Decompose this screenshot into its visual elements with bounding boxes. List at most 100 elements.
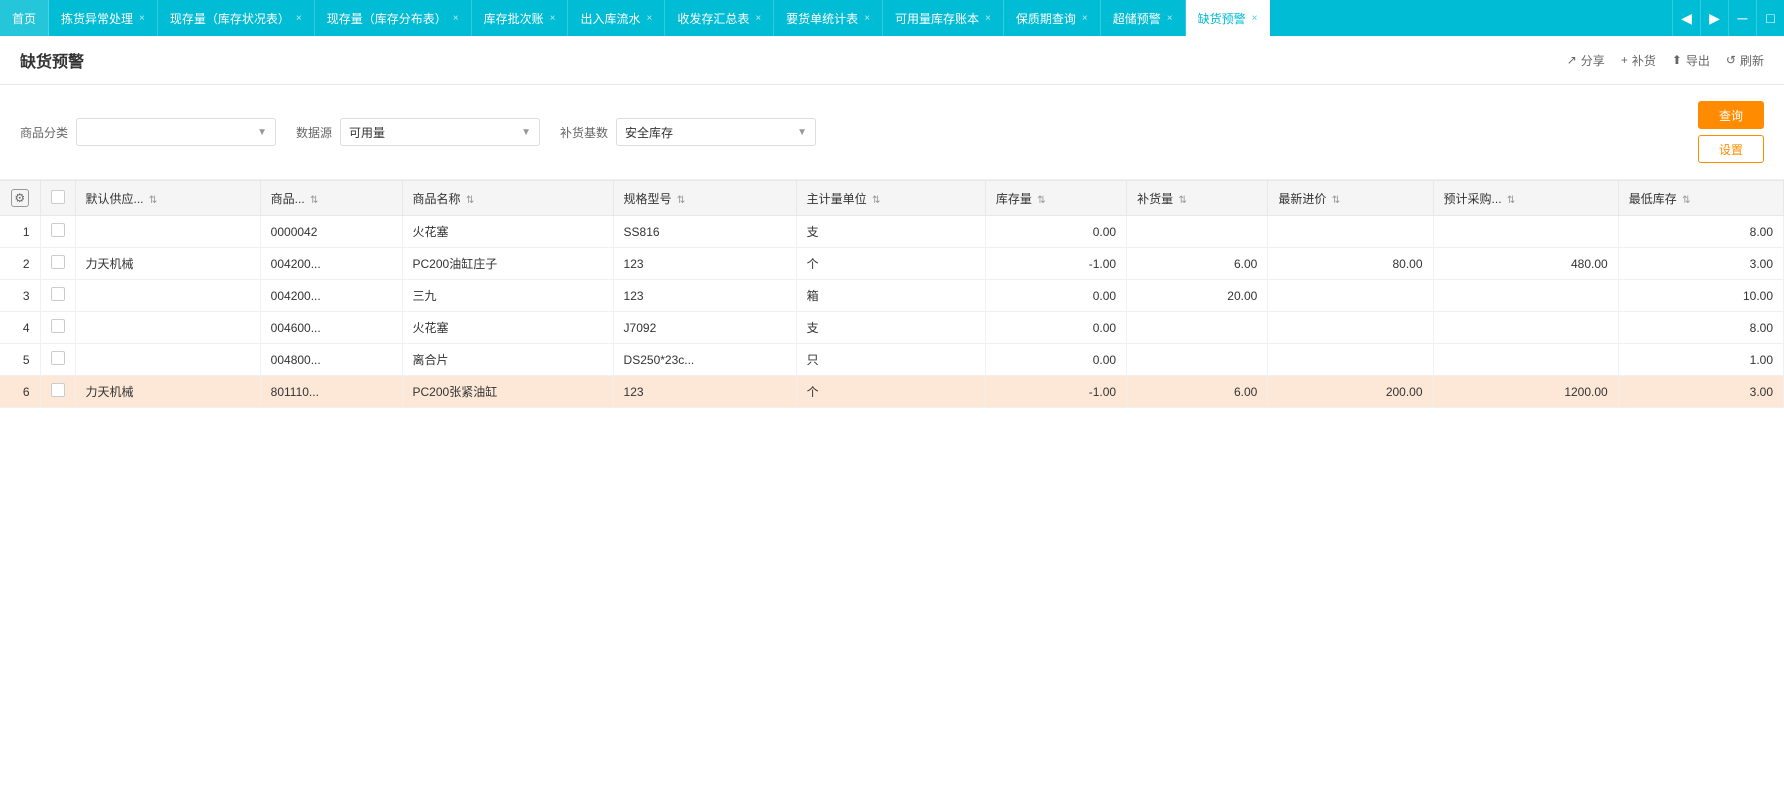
row-latest-price [1268, 312, 1433, 344]
export-button[interactable]: ⬆ 导出 [1672, 52, 1710, 69]
tab-batch-account[interactable]: 库存批次账 × [472, 0, 569, 36]
tab-shortage-warning[interactable]: 缺货预警 × [1186, 0, 1271, 36]
row-min-stock: 8.00 [1618, 216, 1783, 248]
row-product-code: 004800... [260, 344, 402, 376]
datasource-select[interactable]: 可用量 ▼ [340, 118, 540, 146]
app-container: 首页 拣货异常处理 × 现存量（库存状况表） × 现存量（库存分布表） × 库存… [0, 0, 1784, 796]
row-index: 1 [0, 216, 40, 248]
row-product-code: 801110... [260, 376, 402, 408]
table-container: ⚙ 默认供应... ⇅ 商品... ⇅ [0, 180, 1784, 408]
nav-next-button[interactable]: ▶ [1700, 0, 1728, 36]
tab-overstock-warning[interactable]: 超储预警 × [1101, 0, 1186, 36]
row-product-code: 0000042 [260, 216, 402, 248]
row-checkbox[interactable] [51, 287, 65, 301]
row-default-supplier [75, 344, 260, 376]
col-header-checkbox [40, 181, 75, 216]
table-row: 3 004200... 三九 123 箱 0.00 20.00 10.00 [0, 280, 1784, 312]
table-row: 5 004800... 离合片 DS250*23c... 只 0.00 1.00 [0, 344, 1784, 376]
tab-receive-summary[interactable]: 收发存汇总表 × [665, 0, 774, 36]
tab-current-stock-status[interactable]: 现存量（库存状况表） × [158, 0, 315, 36]
replenish-filter-group: 补货基数 安全库存 ▼ [560, 118, 816, 146]
nav-maximize-button[interactable]: □ [1756, 0, 1784, 36]
close-tab-10[interactable]: × [1167, 13, 1173, 24]
row-replenish-qty [1127, 216, 1268, 248]
row-latest-price [1268, 280, 1433, 312]
row-estimated-purchase [1433, 280, 1618, 312]
row-stock: -1.00 [985, 248, 1126, 280]
row-index: 3 [0, 280, 40, 312]
close-tab-2[interactable]: × [296, 13, 302, 24]
close-tab-6[interactable]: × [755, 13, 761, 24]
close-tab-11[interactable]: × [1252, 13, 1258, 24]
row-checkbox-cell [40, 312, 75, 344]
col-header-spec: 规格型号 ⇅ [613, 181, 796, 216]
close-tab-8[interactable]: × [985, 13, 991, 24]
close-tab-9[interactable]: × [1082, 13, 1088, 24]
row-default-supplier [75, 312, 260, 344]
row-unit: 箱 [796, 280, 985, 312]
tab-current-stock-dist[interactable]: 现存量（库存分布表） × [315, 0, 472, 36]
replenish-label: 补货基数 [560, 124, 608, 141]
close-tab-1[interactable]: × [139, 13, 145, 24]
row-latest-price: 80.00 [1268, 248, 1433, 280]
row-checkbox[interactable] [51, 383, 65, 397]
datasource-dropdown-arrow: ▼ [521, 127, 531, 138]
row-estimated-purchase: 1200.00 [1433, 376, 1618, 408]
table-row: 2 力天机械 004200... PC200油缸庄子 123 个 -1.00 6… [0, 248, 1784, 280]
close-tab-5[interactable]: × [646, 13, 652, 24]
share-button[interactable]: ↗ 分享 [1567, 52, 1605, 69]
datasource-filter-group: 数据源 可用量 ▼ [296, 118, 540, 146]
tab-picking-exception[interactable]: 拣货异常处理 × [49, 0, 158, 36]
close-tab-7[interactable]: × [864, 13, 870, 24]
replenish-select[interactable]: 安全库存 ▼ [616, 118, 816, 146]
row-product-name: PC200油缸庄子 [402, 248, 613, 280]
nav-prev-button[interactable]: ◀ [1672, 0, 1700, 36]
col-header-default-supplier: 默认供应... ⇅ [75, 181, 260, 216]
row-checkbox[interactable] [51, 223, 65, 237]
row-checkbox-cell [40, 248, 75, 280]
row-checkbox-cell [40, 376, 75, 408]
query-button[interactable]: 查询 [1698, 101, 1764, 129]
category-label: 商品分类 [20, 124, 68, 141]
row-checkbox[interactable] [51, 351, 65, 365]
column-settings-icon[interactable]: ⚙ [11, 189, 29, 207]
filter-actions: 查询 设置 [1698, 101, 1764, 163]
select-all-checkbox[interactable] [51, 190, 65, 204]
row-product-code: 004200... [260, 248, 402, 280]
row-replenish-qty [1127, 344, 1268, 376]
close-tab-4[interactable]: × [550, 13, 556, 24]
row-checkbox-cell [40, 280, 75, 312]
col-header-estimated-purchase: 预计采购... ⇅ [1433, 181, 1618, 216]
tab-expiry-query[interactable]: 保质期查询 × [1004, 0, 1101, 36]
row-default-supplier [75, 216, 260, 248]
row-estimated-purchase: 480.00 [1433, 248, 1618, 280]
col-header-product-name: 商品名称 ⇅ [402, 181, 613, 216]
refresh-icon: ↺ [1726, 53, 1736, 67]
datasource-label: 数据源 [296, 124, 332, 141]
table-row: 4 004600... 火花塞 J7092 支 0.00 8.00 [0, 312, 1784, 344]
tab-inout-flow[interactable]: 出入库流水 × [568, 0, 665, 36]
refresh-button[interactable]: ↺ 刷新 [1726, 52, 1764, 69]
export-icon: ⬆ [1672, 53, 1682, 67]
row-stock: -1.00 [985, 376, 1126, 408]
row-stock: 0.00 [985, 344, 1126, 376]
tab-home[interactable]: 首页 [0, 0, 49, 36]
col-header-min-stock: 最低库存 ⇅ [1618, 181, 1783, 216]
category-dropdown-arrow: ▼ [257, 127, 267, 138]
tab-order-stats[interactable]: 要货单统计表 × [774, 0, 883, 36]
row-min-stock: 10.00 [1618, 280, 1783, 312]
row-checkbox[interactable] [51, 255, 65, 269]
row-stock: 0.00 [985, 312, 1126, 344]
row-unit: 支 [796, 312, 985, 344]
row-replenish-qty [1127, 312, 1268, 344]
settings-button[interactable]: 设置 [1698, 135, 1764, 163]
row-min-stock: 1.00 [1618, 344, 1783, 376]
replenish-button[interactable]: + 补货 [1621, 52, 1656, 69]
tab-available-ledger[interactable]: 可用量库存账本 × [883, 0, 1004, 36]
category-select[interactable]: ▼ [76, 118, 276, 146]
nav-minimize-button[interactable]: ─ [1728, 0, 1756, 36]
header-actions: ↗ 分享 + 补货 ⬆ 导出 ↺ 刷新 [1567, 52, 1764, 69]
row-product-name: 离合片 [402, 344, 613, 376]
close-tab-3[interactable]: × [453, 13, 459, 24]
row-checkbox[interactable] [51, 319, 65, 333]
